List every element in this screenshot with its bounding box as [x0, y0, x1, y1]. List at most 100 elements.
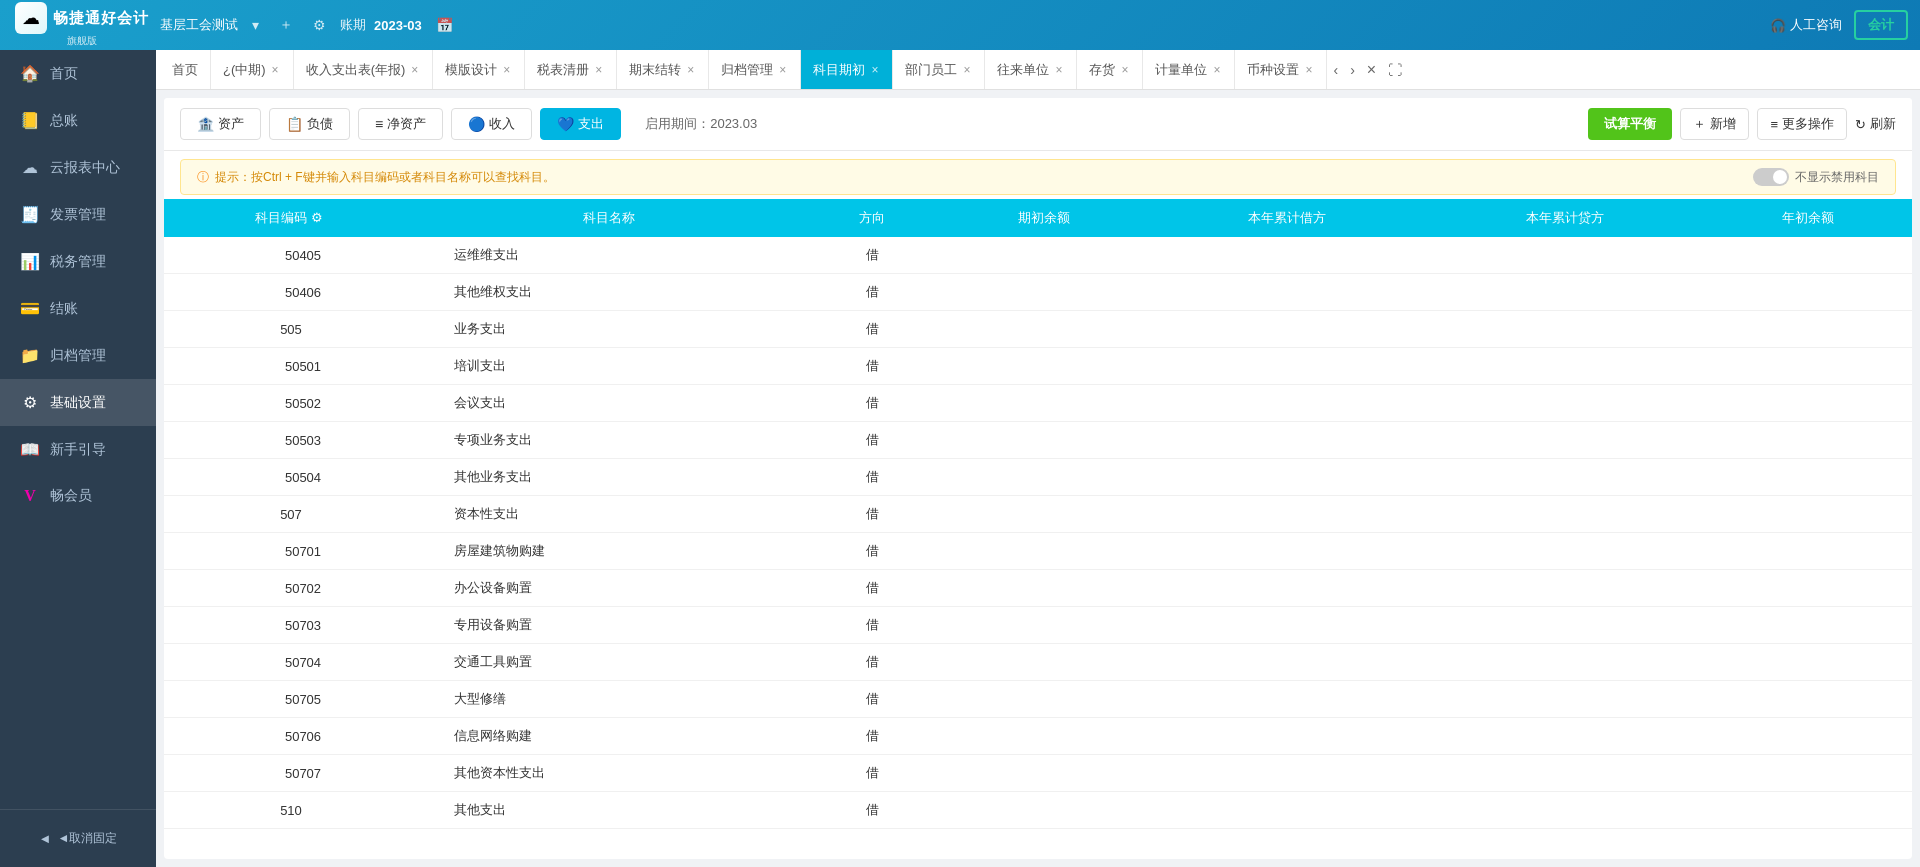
add-btn[interactable]: ＋ 新增: [1680, 108, 1749, 140]
cell-debit-ytd: [1148, 237, 1426, 274]
table-row[interactable]: 50704 交通工具购置 借: [164, 644, 1912, 681]
sidebar-item-tax[interactable]: 📊 税务管理: [0, 238, 156, 285]
cell-debit-ytd: [1148, 422, 1426, 459]
filter-tab-asset[interactable]: 🏦 资产: [180, 108, 261, 140]
calc-balance-btn[interactable]: 试算平衡: [1588, 108, 1672, 140]
tab-nav-left-btn[interactable]: ‹: [1327, 58, 1344, 82]
cell-year-opening: [1705, 274, 1912, 311]
tab-close-subject-init[interactable]: ×: [869, 64, 880, 76]
filter-tab-income[interactable]: 🔵 收入: [451, 108, 532, 140]
tab-close-tax[interactable]: ×: [593, 64, 604, 76]
filter-tab-netasset[interactable]: ≡ 净资产: [358, 108, 443, 140]
tab-tax[interactable]: 税表清册 ×: [525, 50, 617, 90]
tab-income-annual[interactable]: 收入支出表(年报) ×: [294, 50, 434, 90]
cell-name: 交通工具购置: [414, 644, 804, 681]
logo-area: ☁ 畅捷通好会计 旗舰版: [12, 2, 152, 48]
sidebar-item-invoice[interactable]: 🧾 发票管理: [0, 191, 156, 238]
tab-fullscreen-btn[interactable]: ⛶: [1382, 58, 1408, 82]
cell-credit-ytd: [1426, 274, 1704, 311]
period-label: 账期: [340, 16, 366, 34]
kuaiji-btn[interactable]: 会计: [1854, 10, 1908, 40]
cell-debit-ytd: [1148, 533, 1426, 570]
tab-currency[interactable]: 币种设置 ×: [1235, 50, 1327, 90]
table-row[interactable]: 50406 其他维权支出 借: [164, 274, 1912, 311]
tab-nav-right-btn[interactable]: ›: [1344, 58, 1361, 82]
company-dropdown-btn[interactable]: ▾: [246, 15, 265, 35]
cell-direction: 借: [804, 755, 940, 792]
tab-close-template[interactable]: ×: [501, 64, 512, 76]
table-row[interactable]: 510 其他支出 借: [164, 792, 1912, 829]
table-row[interactable]: 50502 会议支出 借: [164, 385, 1912, 422]
tab-home[interactable]: 首页: [160, 50, 211, 90]
sidebar-collapse-btn[interactable]: ◄ ◄取消固定: [0, 822, 156, 855]
tab-dept[interactable]: 部门员工 ×: [893, 50, 985, 90]
cell-direction: 借: [804, 533, 940, 570]
toggle-switch[interactable]: [1753, 168, 1789, 186]
sidebar-item-member[interactable]: V 畅会员: [0, 473, 156, 519]
sidebar-item-guide[interactable]: 📖 新手引导: [0, 426, 156, 473]
hint-bar: ⓘ 提示：按Ctrl + F键并输入科目编码或者科目名称可以查找科目。 不显示禁…: [180, 159, 1896, 195]
tab-close-unit[interactable]: ×: [1211, 64, 1222, 76]
refresh-btn[interactable]: ↻ 刷新: [1855, 115, 1896, 133]
sidebar-item-home[interactable]: 🏠 首页: [0, 50, 156, 97]
tab-close-all-btn[interactable]: ×: [1361, 57, 1382, 83]
top-header: ☁ 畅捷通好会计 旗舰版 基层工会测试 ▾ ＋ ⚙ 账期 2023-03 📅 🎧…: [0, 0, 1920, 50]
settings-sidebar-icon: ⚙: [20, 393, 40, 412]
support-btn[interactable]: 🎧 人工咨询: [1770, 16, 1842, 34]
tab-filing[interactable]: 归档管理 ×: [709, 50, 801, 90]
cell-opening: [941, 792, 1148, 829]
cell-debit-ytd: [1148, 348, 1426, 385]
filter-tab-debt[interactable]: 📋 负债: [269, 108, 350, 140]
tab-period[interactable]: ¿(中期) ×: [211, 50, 294, 90]
table-row[interactable]: 50706 信息网络购建 借: [164, 718, 1912, 755]
table-row[interactable]: 50703 专用设备购置 借: [164, 607, 1912, 644]
sidebar-item-close[interactable]: 💳 结账: [0, 285, 156, 332]
table-row[interactable]: 50503 专项业务支出 借: [164, 422, 1912, 459]
sidebar-item-settings[interactable]: ⚙ 基础设置: [0, 379, 156, 426]
cell-opening: [941, 681, 1148, 718]
more-btn[interactable]: ≡ 更多操作: [1757, 108, 1847, 140]
cell-name: 大型修缮: [414, 681, 804, 718]
col-settings-icon[interactable]: ⚙: [311, 210, 323, 225]
tab-close-dept[interactable]: ×: [961, 64, 972, 76]
more-icon: ≡: [1770, 117, 1778, 132]
refresh-label: 刷新: [1870, 115, 1896, 133]
table-row[interactable]: 50701 房屋建筑物购建 借: [164, 533, 1912, 570]
table-row[interactable]: 50705 大型修缮 借: [164, 681, 1912, 718]
tab-period-end[interactable]: 期末结转 ×: [617, 50, 709, 90]
tab-close-partner[interactable]: ×: [1053, 64, 1064, 76]
sidebar-item-cloud[interactable]: ☁ 云报表中心: [0, 144, 156, 191]
tab-close-period[interactable]: ×: [270, 64, 281, 76]
sidebar-label-home: 首页: [50, 65, 78, 83]
sidebar-item-archive[interactable]: 📁 归档管理: [0, 332, 156, 379]
table-row[interactable]: 50702 办公设备购置 借: [164, 570, 1912, 607]
table-row[interactable]: 50405 运维维支出 借: [164, 237, 1912, 274]
sidebar-item-ledger[interactable]: 📒 总账: [0, 97, 156, 144]
cell-name: 其他业务支出: [414, 459, 804, 496]
tab-inventory[interactable]: 存货 ×: [1077, 50, 1143, 90]
cell-direction: 借: [804, 274, 940, 311]
table-row[interactable]: 505 业务支出 借: [164, 311, 1912, 348]
table-row[interactable]: 50504 其他业务支出 借: [164, 459, 1912, 496]
add-company-btn[interactable]: ＋: [273, 14, 299, 36]
table-row[interactable]: 50501 培训支出 借: [164, 348, 1912, 385]
filter-tab-debt-label: 负债: [307, 115, 333, 133]
tab-subject-init[interactable]: 科目期初 ×: [801, 50, 893, 90]
tab-close-period-end[interactable]: ×: [685, 64, 696, 76]
cell-credit-ytd: [1426, 644, 1704, 681]
tab-close-income-annual[interactable]: ×: [409, 64, 420, 76]
tab-close-currency[interactable]: ×: [1303, 64, 1314, 76]
cell-code: 50502: [164, 385, 414, 422]
cell-credit-ytd: [1426, 681, 1704, 718]
tab-close-filing[interactable]: ×: [777, 64, 788, 76]
tab-template[interactable]: 模版设计 ×: [433, 50, 525, 90]
settings-btn[interactable]: ⚙: [307, 15, 332, 35]
tab-unit[interactable]: 计量单位 ×: [1143, 50, 1235, 90]
table-row[interactable]: 507 资本性支出 借: [164, 496, 1912, 533]
filter-tab-expense[interactable]: 💙 支出: [540, 108, 621, 140]
calendar-icon[interactable]: 📅: [430, 15, 459, 35]
table-row[interactable]: 50707 其他资本性支出 借: [164, 755, 1912, 792]
cell-code: 510: [164, 792, 414, 829]
tab-close-inventory[interactable]: ×: [1119, 64, 1130, 76]
tab-partner[interactable]: 往来单位 ×: [985, 50, 1077, 90]
